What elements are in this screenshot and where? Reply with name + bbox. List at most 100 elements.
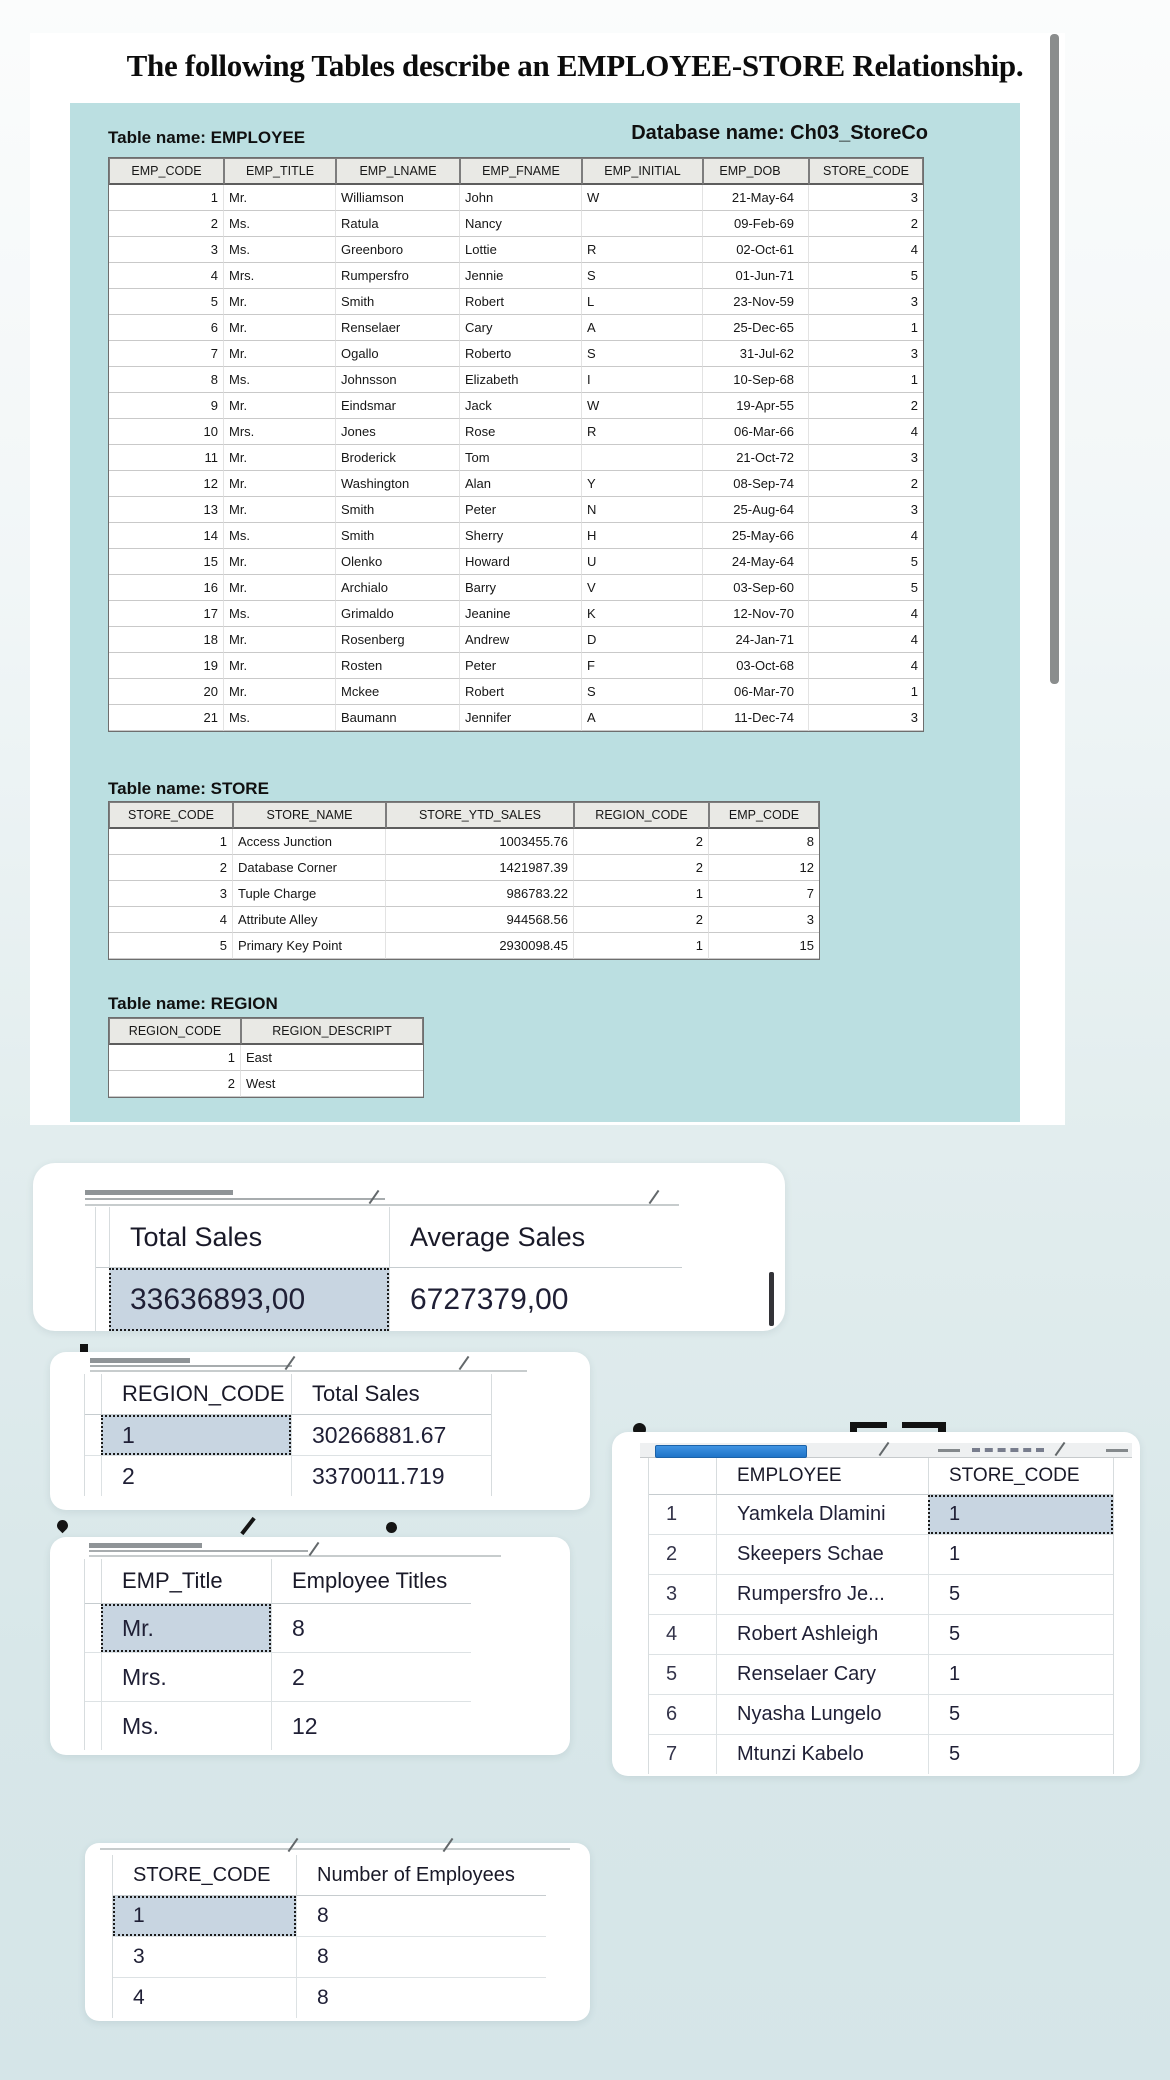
table-row: 1 Mr. Williamson John W 21-May-64 3 bbox=[109, 185, 923, 211]
window-chrome-line bbox=[89, 1555, 501, 1557]
cell[interactable]: 1 bbox=[928, 1654, 1113, 1694]
cell: Mr. bbox=[224, 289, 336, 315]
column-header: STORE_CODE bbox=[928, 1458, 1113, 1495]
cell[interactable]: 3 bbox=[113, 1936, 296, 1977]
cell[interactable]: 33636893,00 bbox=[109, 1268, 389, 1331]
cell[interactable]: 30266881.67 bbox=[291, 1415, 491, 1455]
cell bbox=[582, 445, 703, 471]
cell[interactable]: 1 bbox=[928, 1534, 1113, 1574]
column-header bbox=[649, 1458, 716, 1495]
cell: 12 bbox=[109, 471, 224, 497]
cell: A bbox=[582, 705, 703, 731]
cell: 11-Dec-74 bbox=[703, 705, 809, 731]
cell[interactable]: Mrs. bbox=[101, 1652, 271, 1701]
row-number-cell[interactable]: 6 bbox=[649, 1694, 716, 1734]
cell[interactable]: 5 bbox=[928, 1694, 1113, 1734]
region-table-label: Table name: REGION bbox=[108, 994, 278, 1013]
cell: 02-Oct-61 bbox=[703, 237, 809, 263]
row-number-cell[interactable]: 7 bbox=[649, 1734, 716, 1774]
cell: Cary bbox=[460, 315, 582, 341]
cell: 4 bbox=[809, 627, 923, 653]
cell: 2 bbox=[109, 211, 224, 237]
vertical-scrollbar-thumb[interactable] bbox=[1050, 34, 1059, 684]
region-table: REGION_CODE REGION_DESCRIPT 1 East 2 West bbox=[108, 1017, 424, 1098]
cell: Mr. bbox=[224, 315, 336, 341]
cell[interactable]: 1 bbox=[101, 1415, 291, 1455]
column-header: EMPLOYEE bbox=[716, 1458, 928, 1495]
cell[interactable]: Yamkela Dlamini bbox=[716, 1495, 928, 1534]
cell[interactable]: Skeepers Schae bbox=[716, 1534, 928, 1574]
cell[interactable]: 2 bbox=[101, 1455, 291, 1496]
cell: 16 bbox=[109, 575, 224, 601]
table-row: 48 bbox=[113, 1977, 546, 2018]
cell[interactable]: Ms. bbox=[101, 1701, 271, 1750]
cell[interactable]: 2 bbox=[271, 1652, 471, 1701]
cell[interactable]: 8 bbox=[296, 1936, 546, 1977]
cell[interactable]: 8 bbox=[296, 1977, 546, 2018]
cell: Elizabeth bbox=[460, 367, 582, 393]
store-table-label: Table name: STORE bbox=[108, 779, 269, 798]
cell: 3 bbox=[109, 881, 233, 907]
cell: 03-Oct-68 bbox=[703, 653, 809, 679]
window-chrome-line bbox=[90, 1370, 527, 1372]
crop-mark bbox=[386, 1522, 397, 1533]
cell: W bbox=[582, 185, 703, 211]
cell: Nancy bbox=[460, 211, 582, 237]
cell: 20 bbox=[109, 679, 224, 705]
cell: 2930098.45 bbox=[386, 933, 574, 959]
cell: 4 bbox=[809, 237, 923, 263]
window-chrome-bar bbox=[89, 1543, 202, 1548]
row-number-cell[interactable]: 3 bbox=[649, 1574, 716, 1614]
header-row: EMP_CODE EMP_TITLE EMP_LNAME EMP_FNAME EMP_I… bbox=[109, 158, 923, 185]
cell[interactable]: 5 bbox=[928, 1614, 1113, 1654]
cell[interactable]: 3370011.719 bbox=[291, 1455, 491, 1496]
cell: 10-Sep-68 bbox=[703, 367, 809, 393]
table-row: 3 Ms. Greenboro Lottie R 02-Oct-61 4 bbox=[109, 237, 923, 263]
table-row: 6 Nyasha Lungelo 5 bbox=[649, 1694, 1113, 1734]
cell[interactable]: 6727379,00 bbox=[389, 1268, 682, 1331]
cell: 7 bbox=[709, 881, 819, 907]
cell: 5 bbox=[109, 933, 233, 959]
column-header: Average Sales bbox=[389, 1207, 682, 1268]
cell: V bbox=[582, 575, 703, 601]
cell: 3 bbox=[809, 341, 923, 367]
cell[interactable]: 4 bbox=[113, 1977, 296, 2018]
column-header: Number of Employees bbox=[296, 1855, 546, 1896]
table-row: 5 Primary Key Point 2930098.45 1 15 bbox=[109, 933, 819, 959]
cell bbox=[85, 1701, 101, 1750]
cell: Smith bbox=[336, 289, 460, 315]
table-row: 5 Mr. Smith Robert L 23-Nov-59 3 bbox=[109, 289, 923, 315]
cell: Rosenberg bbox=[336, 627, 460, 653]
cell[interactable]: Robert Ashleigh bbox=[716, 1614, 928, 1654]
row-number-cell[interactable]: 5 bbox=[649, 1654, 716, 1694]
table-row: 12 Mr. Washington Alan Y 08-Sep-74 2 bbox=[109, 471, 923, 497]
cell: 1 bbox=[574, 881, 709, 907]
cell[interactable]: 8 bbox=[296, 1896, 546, 1936]
column-header bbox=[85, 1374, 101, 1415]
cell: 5 bbox=[809, 575, 923, 601]
cell[interactable]: 1 bbox=[928, 1495, 1113, 1534]
table-row: 38 bbox=[113, 1936, 546, 1977]
cell[interactable]: 8 bbox=[271, 1604, 471, 1652]
cell[interactable]: Rumpersfro Je... bbox=[716, 1574, 928, 1614]
cell: Y bbox=[582, 471, 703, 497]
cell[interactable]: 5 bbox=[928, 1574, 1113, 1614]
cell: Ms. bbox=[224, 523, 336, 549]
cell[interactable]: Mr. bbox=[101, 1604, 271, 1652]
cell[interactable]: Mtunzi Kabelo bbox=[716, 1734, 928, 1774]
table-row: 19 Mr. Rosten Peter F 03-Oct-68 4 bbox=[109, 653, 923, 679]
row-number-cell[interactable]: 2 bbox=[649, 1534, 716, 1574]
cell[interactable]: 12 bbox=[271, 1701, 471, 1750]
cell: 1 bbox=[574, 933, 709, 959]
cell[interactable]: Renselaer Cary bbox=[716, 1654, 928, 1694]
cell[interactable]: 1 bbox=[113, 1896, 296, 1936]
horizontal-scrollbar-thumb[interactable] bbox=[655, 1445, 807, 1458]
cell[interactable]: Nyasha Lungelo bbox=[716, 1694, 928, 1734]
table-row: 2 West bbox=[109, 1071, 423, 1097]
cell: John bbox=[460, 185, 582, 211]
row-number-cell[interactable]: 4 bbox=[649, 1614, 716, 1654]
cell: 1 bbox=[109, 829, 233, 855]
table-row: 21 Ms. Baumann Jennifer A 11-Dec-74 3 bbox=[109, 705, 923, 731]
row-number-cell[interactable]: 1 bbox=[649, 1495, 716, 1534]
cell[interactable]: 5 bbox=[928, 1734, 1113, 1774]
